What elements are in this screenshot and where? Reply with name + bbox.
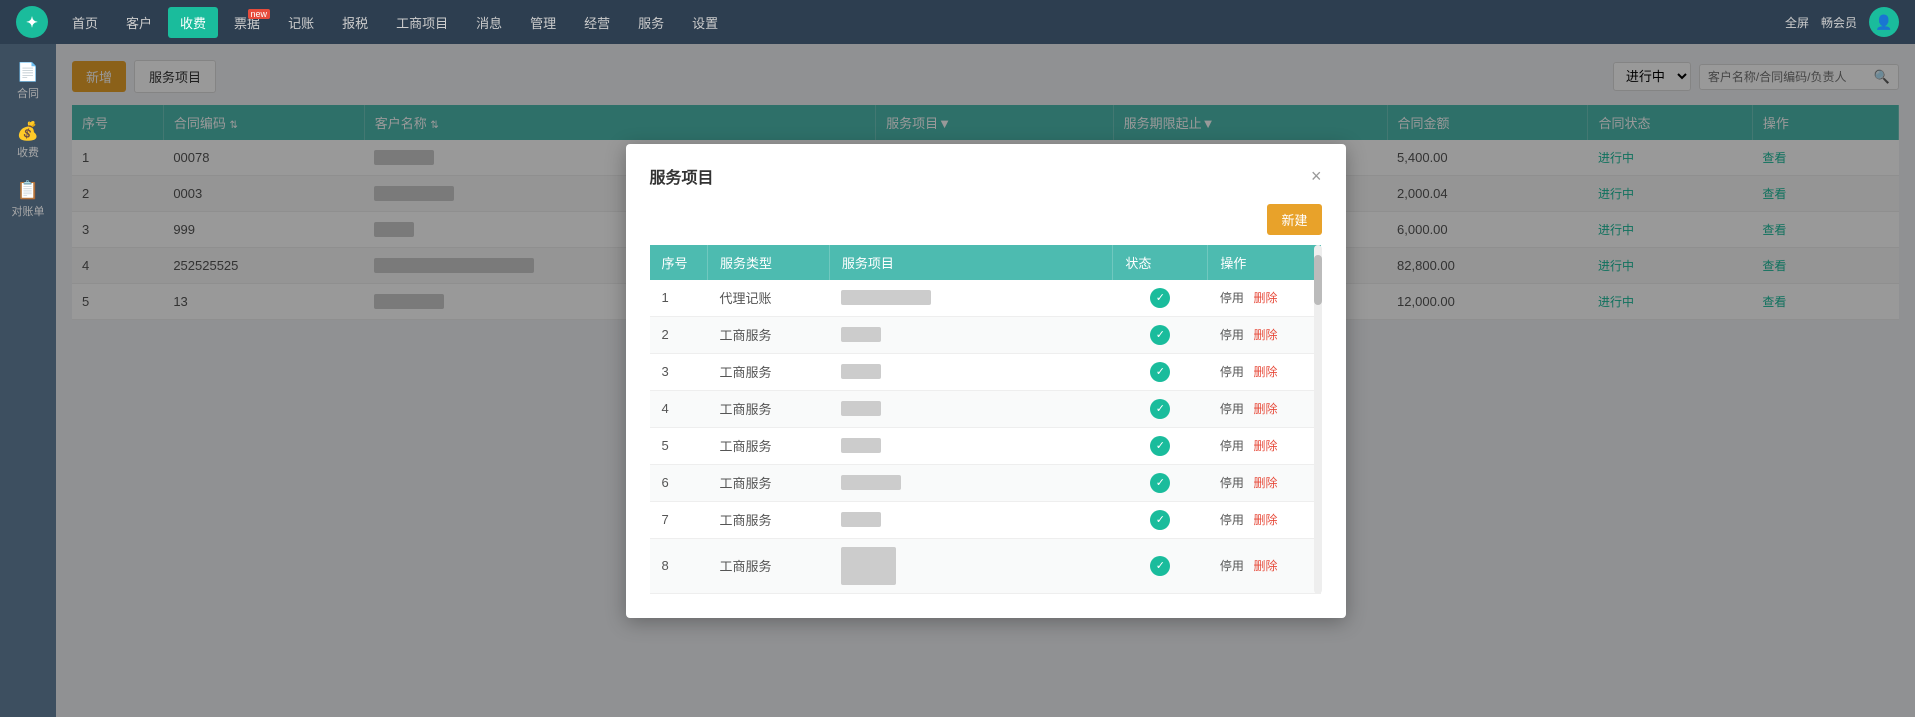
hetong-icon: 📄 — [7, 62, 49, 83]
shoufei-icon: 💰 — [7, 121, 49, 142]
sidebar-duizhangdan-label: 对账单 — [7, 203, 49, 219]
nav-jizhang[interactable]: 记账 — [276, 7, 326, 38]
modal-cell-item: ████ — [829, 390, 1113, 427]
modal-table-row: 4 工商服务 ████ ✓ 停用 删除 — [650, 390, 1322, 427]
new-badge: new — [248, 9, 271, 19]
modal-table-row: 8 工商服务 ████注册 ✓ 停用 删除 — [650, 538, 1322, 593]
modal-cell-seq: 5 — [650, 427, 708, 464]
modal-cell-action: 停用 删除 — [1208, 501, 1321, 538]
left-sidebar: 📄 合同 💰 收费 📋 对账单 — [0, 44, 56, 717]
modal-cell-status: ✓ — [1113, 353, 1208, 390]
top-nav: ✦ 首页 客户 收费 票据 new 记账 报税 工商项目 消息 管理 经营 服务… — [0, 0, 1915, 44]
modal-cell-type: 工商服务 — [708, 538, 830, 593]
main-layout: 📄 合同 💰 收费 📋 对账单 新增 服务项目 进行中 已完成 已取消 — [0, 44, 1915, 717]
modal-cell-type: 工商服务 — [708, 501, 830, 538]
modal-cell-status: ✓ — [1113, 427, 1208, 464]
modal-cell-seq: 4 — [650, 390, 708, 427]
member-label[interactable]: 畅会员 — [1821, 14, 1857, 31]
modal-cell-type: 工商服务 — [708, 390, 830, 427]
modal-cell-seq: 3 — [650, 353, 708, 390]
nav-home[interactable]: 首页 — [60, 7, 110, 38]
modal-cell-status: ✓ — [1113, 316, 1208, 353]
nav-jingying[interactable]: 经营 — [572, 7, 622, 38]
modal-table-row: 5 工商服务 ████ ✓ 停用 删除 — [650, 427, 1322, 464]
modal-cell-type: 工商服务 — [708, 464, 830, 501]
service-items-table: 序号 服务类型 服务项目 状态 操作 1 代理记账 ████████ 1 ✓ 停… — [650, 245, 1322, 594]
modal-cell-status: ✓ — [1113, 501, 1208, 538]
modal-new-button[interactable]: 新建 — [1267, 204, 1321, 235]
modal-cell-type: 代理记账 — [708, 280, 830, 317]
nav-piao[interactable]: 票据 new — [222, 7, 272, 38]
modal-table-row: 3 工商服务 ████ ✓ 停用 删除 — [650, 353, 1322, 390]
modal-table-row: 6 工商服务 ████████ ✓ 停用 删除 — [650, 464, 1322, 501]
nav-xiaoxi[interactable]: 消息 — [464, 7, 514, 38]
modal-cell-seq: 8 — [650, 538, 708, 593]
modal-cell-status: ✓ — [1113, 464, 1208, 501]
user-avatar[interactable]: 👤 — [1869, 7, 1899, 37]
right-actions: 全屏 畅会员 👤 — [1785, 7, 1899, 37]
nav-shezhi[interactable]: 设置 — [680, 7, 730, 38]
nav-items: 首页 客户 收费 票据 new 记账 报税 工商项目 消息 管理 经营 服务 设… — [60, 7, 1785, 38]
nav-fuwu[interactable]: 服务 — [626, 7, 676, 38]
modal-close-button[interactable]: × — [1311, 167, 1322, 185]
modal-cell-status: ✓ — [1113, 280, 1208, 317]
modal-cell-type: 工商服务 — [708, 316, 830, 353]
modal-cell-action: 停用 删除 — [1208, 538, 1321, 593]
modal-cell-item: ████注册 — [829, 538, 1113, 593]
modal-col-item: 服务项目 — [829, 245, 1113, 280]
modal-cell-item: ████████ 1 — [829, 280, 1113, 317]
nav-guanli[interactable]: 管理 — [518, 7, 568, 38]
modal-table-row: 1 代理记账 ████████ 1 ✓ 停用 删除 — [650, 280, 1322, 317]
duizhangdan-icon: 📋 — [7, 180, 49, 201]
modal-cell-action: 停用 删除 — [1208, 427, 1321, 464]
nav-baoshui[interactable]: 报税 — [330, 7, 380, 38]
modal-title: 服务项目 — [650, 164, 714, 188]
nav-gongshang[interactable]: 工商项目 — [384, 7, 460, 38]
modal-cell-seq: 7 — [650, 501, 708, 538]
modal-scrollbar-thumb[interactable] — [1314, 255, 1322, 305]
modal-cell-type: 工商服务 — [708, 427, 830, 464]
modal-cell-seq: 2 — [650, 316, 708, 353]
modal-cell-action: 停用 删除 — [1208, 390, 1321, 427]
sidebar-item-duizhangdan[interactable]: 📋 对账单 — [3, 172, 53, 227]
modal-cell-type: 工商服务 — [708, 353, 830, 390]
modal-cell-seq: 1 — [650, 280, 708, 317]
modal-cell-action: 停用 删除 — [1208, 280, 1321, 317]
modal-header: 服务项目 × — [650, 164, 1322, 188]
modal-col-seq: 序号 — [650, 245, 708, 280]
modal-cell-action: 停用 删除 — [1208, 353, 1321, 390]
modal-cell-status: ✓ — [1113, 538, 1208, 593]
content-area: 新增 服务项目 进行中 已完成 已取消 🔍 序号 合同 — [56, 44, 1915, 717]
modal-cell-status: ✓ — [1113, 390, 1208, 427]
nav-client[interactable]: 客户 — [114, 7, 164, 38]
sidebar-hetong-label: 合同 — [7, 85, 49, 101]
modal-cell-item: ████ — [829, 316, 1113, 353]
sidebar-item-shoufei[interactable]: 💰 收费 — [3, 113, 53, 168]
nav-shoufei[interactable]: 收费 — [168, 7, 218, 38]
modal-cell-action: 停用 删除 — [1208, 316, 1321, 353]
sidebar-shoufei-label: 收费 — [7, 144, 49, 160]
modal-cell-item: ████ — [829, 427, 1113, 464]
modal-table-wrap: 序号 服务类型 服务项目 状态 操作 1 代理记账 ████████ 1 ✓ 停… — [650, 245, 1322, 594]
sidebar-item-hetong[interactable]: 📄 合同 — [3, 54, 53, 109]
modal-toolbar: 新建 — [650, 204, 1322, 235]
app-logo: ✦ — [16, 6, 48, 38]
modal-col-action: 操作 — [1208, 245, 1321, 280]
fullscreen-label[interactable]: 全屏 — [1785, 14, 1809, 31]
modal-col-status: 状态 — [1113, 245, 1208, 280]
modal-col-type: 服务类型 — [708, 245, 830, 280]
modal-cell-item: ████████ — [829, 464, 1113, 501]
modal-cell-seq: 6 — [650, 464, 708, 501]
service-modal: 服务项目 × 新建 序号 服务类型 服务项目 状态 操作 — [626, 144, 1346, 618]
modal-cell-item: ████ — [829, 501, 1113, 538]
modal-table-row: 7 工商服务 ████ ✓ 停用 删除 — [650, 501, 1322, 538]
modal-table-row: 2 工商服务 ████ ✓ 停用 删除 — [650, 316, 1322, 353]
modal-cell-action: 停用 删除 — [1208, 464, 1321, 501]
modal-cell-item: ████ — [829, 353, 1113, 390]
